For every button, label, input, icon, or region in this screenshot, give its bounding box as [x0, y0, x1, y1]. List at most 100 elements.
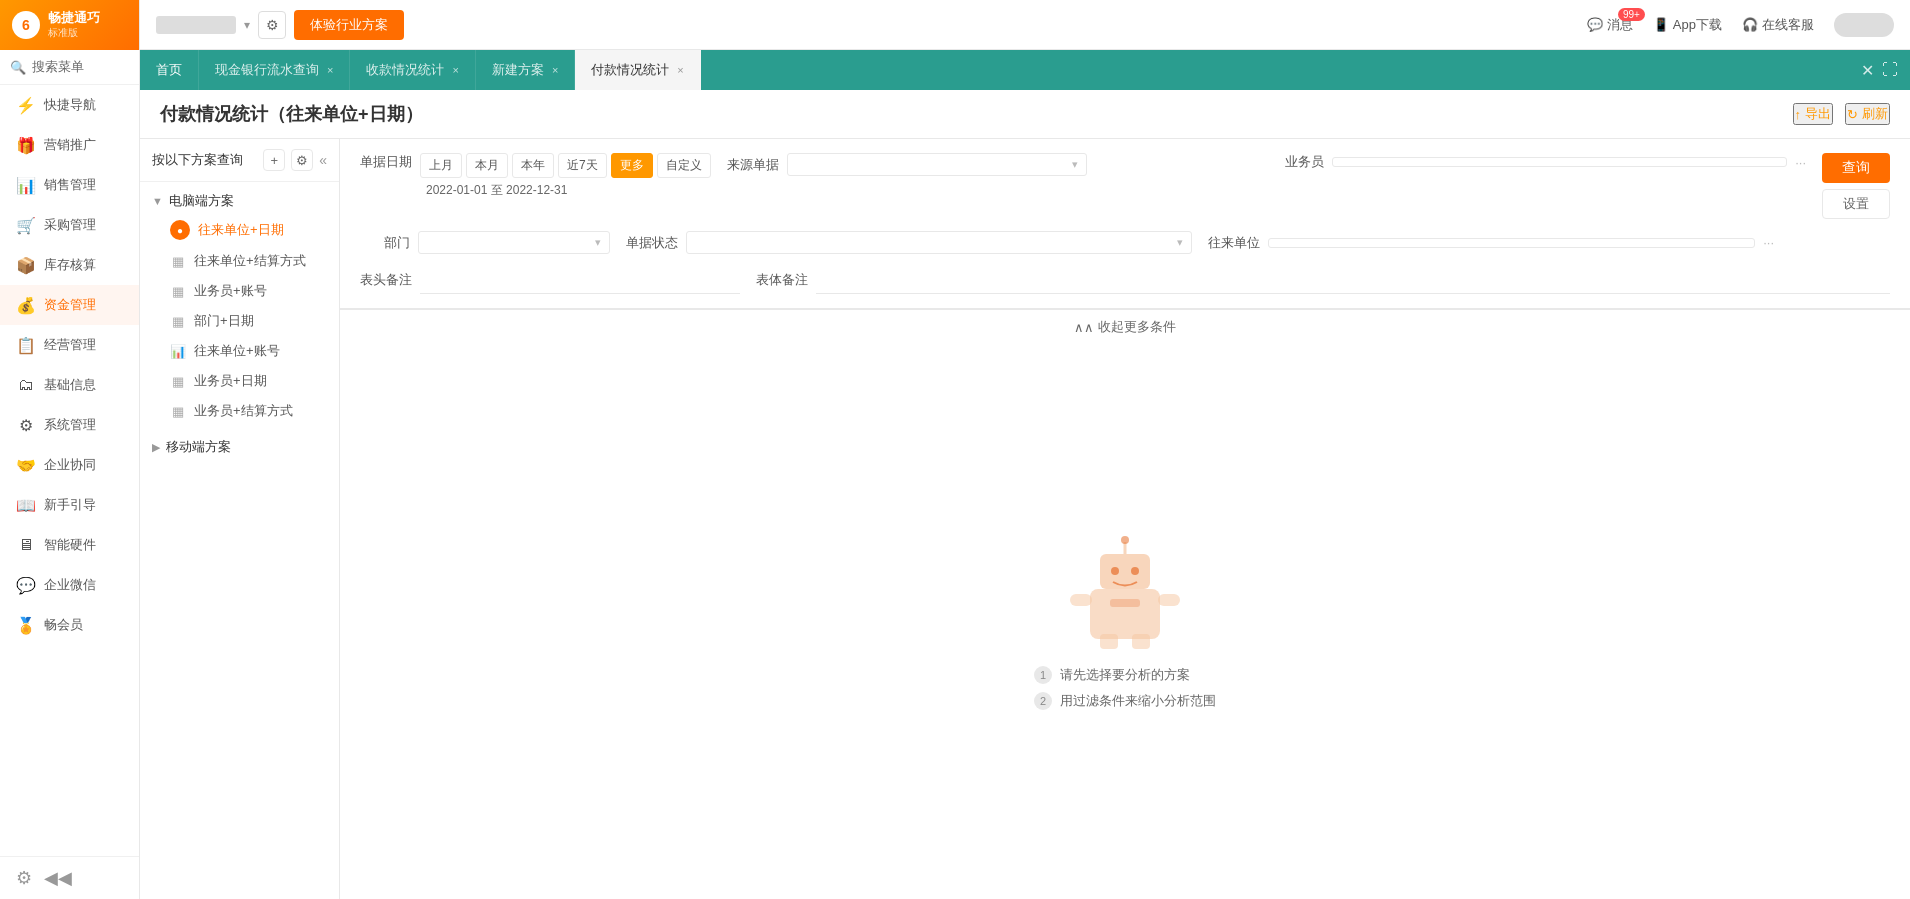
pc-group-title[interactable]: ▼ 电脑端方案	[140, 188, 339, 214]
collapse-sidebar-icon[interactable]: ◀◀	[44, 867, 72, 889]
member-icon: 🏅	[16, 615, 36, 635]
date-btn-this-month[interactable]: 本月	[466, 153, 508, 178]
dept-select[interactable]: ▾	[418, 231, 610, 254]
close-tab-bank-flow-icon[interactable]: ×	[327, 64, 333, 76]
sidebar-item-wechat[interactable]: 💬 企业微信	[0, 565, 139, 605]
breadcrumb	[156, 16, 236, 34]
date-btn-last-7-days[interactable]: 近7天	[558, 153, 607, 178]
sidebar-item-quick-nav[interactable]: ⚡ 快捷导航	[0, 85, 139, 125]
message-btn[interactable]: 💬 消息 99+	[1587, 16, 1633, 34]
staff-select[interactable]	[1332, 157, 1787, 167]
expand-tab-icon[interactable]: ⛶	[1882, 61, 1898, 79]
logo-text-group: 畅捷通巧 标准版	[48, 10, 100, 40]
source-select[interactable]: ▾	[787, 153, 1087, 176]
sidebar-item-operations[interactable]: 📋 经营管理	[0, 325, 139, 365]
sidebar-item-member[interactable]: 🏅 畅会员	[0, 605, 139, 645]
collapse-more-btn[interactable]: ∧∧ 收起更多条件	[340, 309, 1910, 344]
scheme-settings-btn[interactable]: ⚙	[291, 149, 313, 171]
staff-more-icon[interactable]: ···	[1795, 155, 1806, 170]
date-btn-more[interactable]: 更多	[611, 153, 653, 178]
date-btn-custom[interactable]: 自定义	[657, 153, 711, 178]
close-tab-new-scheme-icon[interactable]: ×	[552, 64, 558, 76]
scheme-item-staff-settlement[interactable]: ▦ 业务员+结算方式	[140, 396, 339, 426]
unit-select[interactable]	[1268, 238, 1755, 248]
sidebar-item-sales[interactable]: 📊 销售管理	[0, 165, 139, 205]
unit-more-icon[interactable]: ···	[1763, 235, 1774, 250]
sidebar-item-label: 智能硬件	[44, 536, 96, 554]
sidebar-item-label: 库存核算	[44, 256, 96, 274]
search-menu[interactable]: 🔍 搜索菜单	[0, 50, 139, 85]
online-service-label: 在线客服	[1762, 16, 1814, 34]
online-service-btn[interactable]: 🎧 在线客服	[1742, 16, 1814, 34]
content-body: 按以下方案查询 + ⚙ « ▼ 电脑端方案	[140, 139, 1910, 899]
close-all-tabs-icon[interactable]: ✕	[1861, 61, 1874, 80]
app-download-btn[interactable]: 📱 App下载	[1653, 16, 1722, 34]
header-remark-input[interactable]	[420, 266, 740, 294]
mobile-group-title[interactable]: ▶ 移动端方案	[140, 432, 339, 462]
scheme-panel-header: 按以下方案查询 + ⚙ «	[140, 139, 339, 182]
body-remark-input[interactable]	[816, 266, 1890, 294]
scheme-item-staff-date[interactable]: ▦ 业务员+日期	[140, 366, 339, 396]
sidebar-item-guide[interactable]: 📖 新手引导	[0, 485, 139, 525]
voucher-status-label: 单据状态	[626, 234, 678, 252]
topbar: ▾ ⚙ 体验行业方案 💬 消息 99+ 📱 App下载 🎧 在线客服	[140, 0, 1910, 50]
sidebar-item-label: 新手引导	[44, 496, 96, 514]
body-remark-label: 表体备注	[756, 271, 808, 289]
tab-bar: 首页 现金银行流水查询 × 收款情况统计 × 新建方案 × 付款情况统计 × ✕…	[140, 50, 1910, 90]
sidebar-item-inventory[interactable]: 📦 库存核算	[0, 245, 139, 285]
close-tab-receipt-icon[interactable]: ×	[452, 64, 458, 76]
breadcrumb-dropdown-icon[interactable]: ▾	[244, 18, 250, 32]
grid-icon-2: ▦	[170, 283, 186, 299]
date-btn-last-month[interactable]: 上月	[420, 153, 462, 178]
settings-btn[interactable]: 设置	[1822, 189, 1890, 219]
funds-icon: 💰	[16, 295, 36, 315]
filter-form: 单据日期 上月 本月 本年 近7天 更多 自定义 20	[340, 139, 1910, 309]
tab-new-scheme[interactable]: 新建方案 ×	[476, 50, 575, 90]
sidebar-item-funds[interactable]: 💰 资金管理	[0, 285, 139, 325]
date-btn-this-year[interactable]: 本年	[512, 153, 554, 178]
topbar-settings-btn[interactable]: ⚙	[258, 11, 286, 39]
sidebar-item-hardware[interactable]: 🖥 智能硬件	[0, 525, 139, 565]
scheme-item-dept-date[interactable]: ▦ 部门+日期	[140, 306, 339, 336]
chevron-up-icon: ∧∧	[1074, 320, 1094, 335]
active-scheme-icon: ●	[170, 220, 190, 240]
tab-receipt-stats-label: 收款情况统计	[366, 61, 444, 79]
tab-home[interactable]: 首页	[140, 50, 199, 90]
voucher-status-select[interactable]: ▾	[686, 231, 1192, 254]
scheme-collapse-btn[interactable]: «	[319, 152, 327, 168]
export-btn[interactable]: ↑ 导出	[1793, 103, 1834, 125]
sales-icon: 📊	[16, 175, 36, 195]
sidebar-item-system[interactable]: ⚙ 系统管理	[0, 405, 139, 445]
scheme-item-staff-account[interactable]: ▦ 业务员+账号	[140, 276, 339, 306]
sidebar-footer: ⚙ ◀◀	[0, 856, 139, 899]
tab-payment-stats[interactable]: 付款情况统计 ×	[575, 50, 700, 90]
message-icon: 💬	[1587, 17, 1603, 32]
tab-payment-stats-label: 付款情况统计	[591, 61, 669, 79]
sidebar-item-label: 资金管理	[44, 296, 96, 314]
sidebar-item-enterprise[interactable]: 🤝 企业协同	[0, 445, 139, 485]
scheme-item-unit-account[interactable]: 📊 往来单位+账号	[140, 336, 339, 366]
query-btn[interactable]: 查询	[1822, 153, 1890, 183]
user-avatar[interactable]	[1834, 13, 1894, 37]
scheme-add-btn[interactable]: +	[263, 149, 285, 171]
mobile-chevron-icon: ▶	[152, 441, 160, 454]
scheme-item-unit-settlement[interactable]: ▦ 往来单位+结算方式	[140, 246, 339, 276]
page-header: 付款情况统计（往来单位+日期） ↑ 导出 ↻ 刷新	[140, 90, 1910, 139]
refresh-icon: ↻	[1847, 107, 1858, 122]
scheme-item-unit-date[interactable]: ● 往来单位+日期	[140, 214, 339, 246]
sidebar-item-marketing[interactable]: 🎁 营销推广	[0, 125, 139, 165]
svg-point-2	[1111, 567, 1119, 575]
sidebar-item-purchase[interactable]: 🛒 采购管理	[0, 205, 139, 245]
tab-bank-flow[interactable]: 现金银行流水查询 ×	[199, 50, 350, 90]
header-remark-label: 表头备注	[360, 271, 412, 289]
refresh-btn[interactable]: ↻ 刷新	[1845, 103, 1890, 125]
content-area: 付款情况统计（往来单位+日期） ↑ 导出 ↻ 刷新 按以下方案查询	[140, 90, 1910, 899]
sidebar-item-basic[interactable]: 🗂 基础信息	[0, 365, 139, 405]
sidebar-item-label: 基础信息	[44, 376, 96, 394]
settings-footer-icon[interactable]: ⚙	[16, 867, 32, 889]
grid-icon-5: ▦	[170, 403, 186, 419]
trial-btn[interactable]: 体验行业方案	[294, 10, 404, 40]
voucher-status-dropdown-icon: ▾	[1177, 236, 1183, 249]
tab-receipt-stats[interactable]: 收款情况统计 ×	[350, 50, 475, 90]
close-tab-payment-icon[interactable]: ×	[677, 64, 683, 76]
